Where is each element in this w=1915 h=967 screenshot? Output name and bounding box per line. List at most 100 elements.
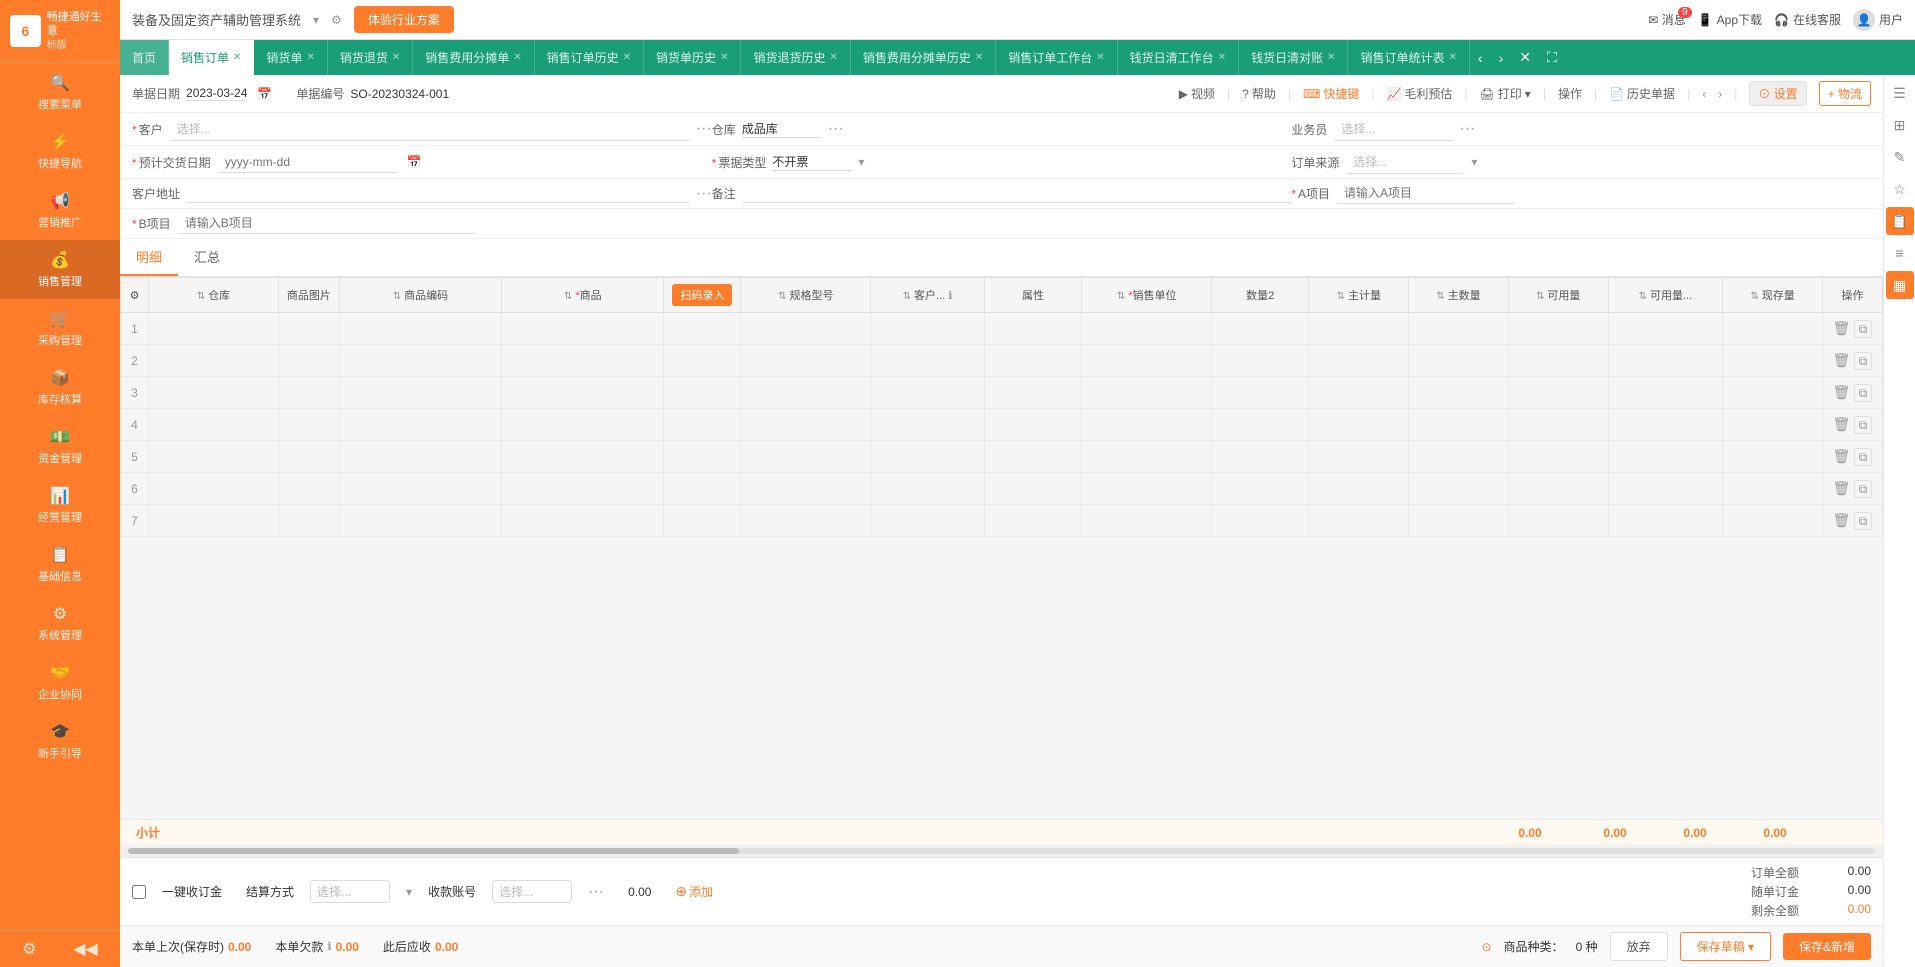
discard-btn[interactable]: 放弃 [1610,932,1668,961]
scan-btn[interactable]: 扫码录入 [672,284,732,306]
sidebar-item-guide[interactable]: 🎓 新手引导 [0,712,120,771]
copy-row-3-icon[interactable]: ⧉ [1854,384,1873,402]
right-sidebar-list-btn[interactable]: ≡ [1886,239,1914,267]
collapse-icon[interactable]: ◀◀ [73,939,98,959]
tab-expand-btn[interactable]: ⛶ [1539,49,1565,66]
message-btn[interactable]: ✉ 9 消息 [1648,11,1685,28]
row-4-spec[interactable] [741,409,871,441]
row-5-main-qty[interactable] [1409,441,1509,473]
tab-prev-btn[interactable]: ‹ [1470,50,1491,66]
col-warehouse[interactable]: ⇅ 仓库 [149,278,279,313]
row-3-warehouse[interactable] [149,377,279,409]
row-6-warehouse[interactable] [149,473,279,505]
row-1-spec[interactable] [741,313,871,345]
calendar-icon[interactable]: 📅 [257,87,272,101]
warehouse-more-icon[interactable]: ··· [828,120,844,138]
copy-row-6-icon[interactable]: ⧉ [1854,480,1873,498]
order-source-dropdown-icon[interactable]: ▾ [1471,155,1477,169]
sidebar-item-purchase[interactable]: 🛒 采购管理 [0,299,120,358]
solution-btn[interactable]: 体验行业方案 [354,6,454,33]
tab-close-fee-history[interactable]: ✕ [975,52,983,63]
address-more-icon[interactable]: ··· [696,185,712,203]
tab-close-invoice-history[interactable]: ✕ [720,52,728,63]
tab-close-sales-return[interactable]: ✕ [392,52,400,63]
sidebar-item-enterprise[interactable]: 🤝 企业协同 [0,653,120,712]
sidebar-item-finance[interactable]: 💵 资金管理 [0,417,120,476]
help-btn[interactable]: ? 帮助 [1242,85,1276,102]
product-table-wrapper[interactable]: ⚙ ⇅ 仓库 商品图片 ⇅ 商品编码 ⇅ [120,277,1883,819]
dropdown-arrow-icon[interactable]: ▾ [313,13,319,27]
salesperson-more-icon[interactable]: ··· [1459,120,1475,138]
a-project-input[interactable] [1336,183,1516,204]
operations-btn[interactable]: 操作 [1558,85,1582,102]
copy-row-4-icon[interactable]: ⧉ [1854,416,1873,434]
col-stock[interactable]: ⇅ 现存量 [1723,278,1823,313]
app-download-btn[interactable]: 📱 App下载 [1698,11,1762,28]
tab-fee-split[interactable]: 销售费用分摊单 ✕ [413,40,534,75]
row-7-spec[interactable] [741,505,871,537]
config-icon[interactable]: ⚙ [331,13,342,27]
tab-detail[interactable]: 明细 [120,239,178,276]
col-unit[interactable]: ⇅ *销售单位 [1082,278,1212,313]
row-7-product[interactable] [502,505,664,537]
row-6-customer-code[interactable] [871,473,985,505]
row-3-unit[interactable] [1082,377,1212,409]
delete-row-2-icon[interactable]: 🗑 [1833,352,1851,368]
user-avatar[interactable]: 👤 用户 [1853,9,1903,31]
table-scrollbar[interactable] [120,845,1883,857]
right-sidebar-grid-btn[interactable]: ▦ [1886,271,1914,299]
row-5-product[interactable] [502,441,664,473]
row-7-main-qty[interactable] [1409,505,1509,537]
tab-next-btn[interactable]: › [1491,50,1512,66]
save-draft-arrow-icon[interactable]: ▾ [1748,940,1754,954]
row-2-code[interactable] [339,345,501,377]
row-2-product[interactable] [502,345,664,377]
scrollbar-track[interactable] [128,848,1875,854]
save-draft-btn[interactable]: 保存草稿 ▾ [1680,932,1771,961]
tab-return-history[interactable]: 销货退货历史 ✕ [741,40,850,75]
col-settings[interactable]: ⚙ [121,278,149,313]
invoice-dropdown-icon[interactable]: ▾ [858,155,864,169]
tab-daily-reconcile[interactable]: 钱货日清对账 ✕ [1239,40,1348,75]
payment-dropdown-icon[interactable]: ▾ [406,885,412,899]
row-7-code[interactable] [339,505,501,537]
scrollbar-thumb[interactable] [128,848,739,854]
tab-order-history[interactable]: 销售订单历史 ✕ [535,40,644,75]
row-1-code[interactable] [339,313,501,345]
sidebar-item-inventory[interactable]: 📦 库存核算 [0,358,120,417]
row-4-customer-code[interactable] [871,409,985,441]
row-1-product[interactable] [502,313,664,345]
copy-row-2-icon[interactable]: ⧉ [1854,352,1873,370]
tab-fee-history[interactable]: 销售费用分摊单历史 ✕ [851,40,996,75]
col-main-qty[interactable]: ⇅ 主数量 [1409,278,1509,313]
row-4-code[interactable] [339,409,501,441]
tab-close-order-history[interactable]: ✕ [623,52,631,63]
order-source-input[interactable]: 选择... [1345,150,1465,174]
tab-close-daily-reconcile[interactable]: ✕ [1327,52,1335,63]
online-service-btn[interactable]: 🎧 在线客服 [1774,11,1841,28]
row-3-main-qty[interactable] [1409,377,1509,409]
row-4-qty2[interactable] [1212,409,1309,441]
invoice-type-value[interactable]: 不开票 [772,153,852,171]
warehouse-value[interactable]: 成品库 [742,120,822,138]
sidebar-item-marketing[interactable]: 📢 营销推广 [0,181,120,240]
customer-more-icon[interactable]: ··· [696,120,712,138]
row-2-unit[interactable] [1082,345,1212,377]
payment-method-select[interactable]: 选择... [310,880,390,903]
current-debt-info-icon[interactable]: ℹ [327,940,331,953]
shortcut-btn[interactable]: ⌨ 快捷键 [1303,85,1359,102]
tab-sales-return[interactable]: 销货退货 ✕ [328,40,413,75]
row-5-unit[interactable] [1082,441,1212,473]
date-value[interactable]: 2023-03-24 [186,86,247,101]
tab-close-order-workbench[interactable]: ✕ [1096,52,1104,63]
row-2-qty2[interactable] [1212,345,1309,377]
delivery-date-input[interactable] [217,152,397,173]
row-7-warehouse[interactable] [149,505,279,537]
sidebar-item-quicknav[interactable]: ⚡ 快捷导航 [0,122,120,181]
copy-row-5-icon[interactable]: ⧉ [1854,448,1873,466]
settings-btn[interactable]: ⊙ 设置 [1749,81,1806,106]
row-7-unit[interactable] [1082,505,1212,537]
nav-next-icon[interactable]: › [1718,87,1722,101]
history-btn[interactable]: 📄 历史单据 [1609,85,1675,102]
delete-row-5-icon[interactable]: 🗑 [1833,448,1851,464]
